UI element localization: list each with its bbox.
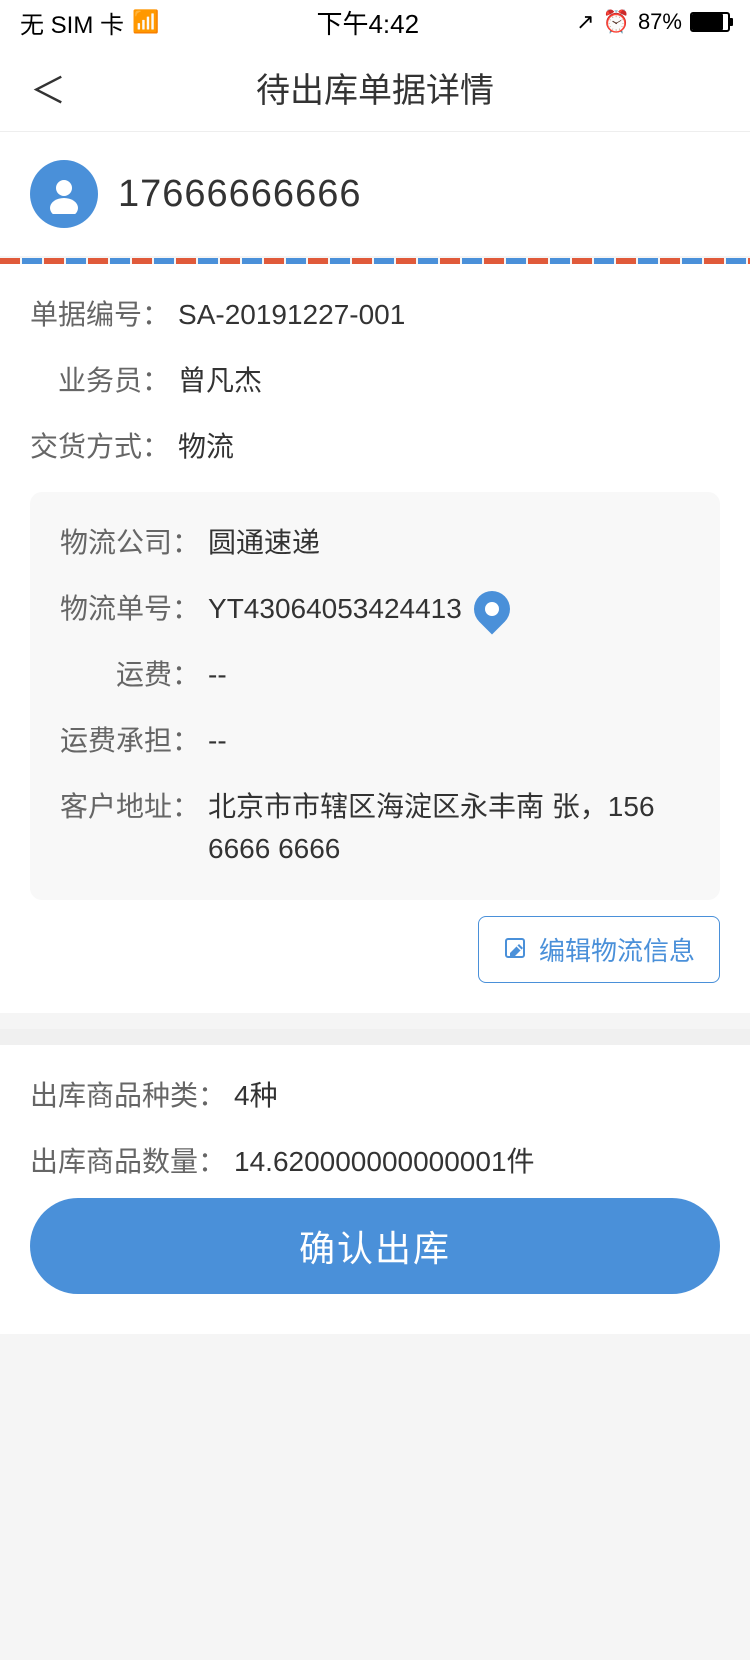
- edit-icon: [503, 936, 531, 964]
- sales-person-value: 曾凡杰: [178, 360, 720, 402]
- logistics-company-value: 圆通速递: [208, 522, 690, 564]
- location-icon: ↗: [576, 9, 594, 35]
- customer-header: 17666666666: [0, 132, 750, 256]
- document-number-label: 单据编号：: [30, 294, 170, 336]
- logistics-tracking-label: 物流单号：: [60, 588, 200, 630]
- logistics-company-label: 物流公司：: [60, 522, 200, 564]
- logistics-tracking-row: 物流单号： YT43064053424413: [60, 588, 690, 630]
- goods-types-row: 出库商品种类： 4种: [30, 1075, 720, 1117]
- back-button[interactable]: ＜: [30, 62, 66, 114]
- goods-quantity-label: 出库商品数量：: [30, 1141, 226, 1183]
- alarm-icon: ⏰: [603, 9, 630, 35]
- delivery-method-label: 交货方式：: [30, 426, 170, 468]
- customer-phone: 17666666666: [118, 173, 361, 216]
- sales-person-row: 业务员： 曾凡杰: [30, 360, 720, 402]
- wifi-icon: 📶: [132, 9, 159, 35]
- edit-btn-row: 编辑物流信息: [30, 916, 720, 983]
- location-pin-icon[interactable]: [466, 584, 517, 635]
- delivery-method-row: 交货方式： 物流: [30, 426, 720, 468]
- document-number-row: 单据编号： SA-20191227-001: [30, 294, 720, 336]
- nav-bar: ＜ 待出库单据详情: [0, 44, 750, 132]
- delivery-method-value: 物流: [178, 426, 720, 468]
- status-time: 下午4:42: [316, 4, 419, 41]
- logistics-card: 物流公司： 圆通速递 物流单号： YT43064053424413 运费： --…: [30, 492, 720, 900]
- goods-quantity-value: 14.620000000000001件: [234, 1141, 720, 1183]
- avatar: [30, 160, 98, 228]
- avatar-icon: [44, 174, 84, 214]
- goods-types-label: 出库商品种类：: [30, 1075, 226, 1117]
- status-left: 无 SIM 卡 📶: [20, 5, 159, 40]
- section-divider: [0, 1029, 750, 1045]
- goods-quantity-row: 出库商品数量： 14.620000000000001件: [30, 1141, 720, 1183]
- carrier-label: 无 SIM 卡: [20, 5, 124, 40]
- page-title: 待出库单据详情: [256, 63, 494, 112]
- sales-person-label: 业务员：: [30, 360, 170, 402]
- freight-bearer-label: 运费承担：: [60, 720, 200, 762]
- confirm-outbound-button[interactable]: 确认出库: [30, 1198, 720, 1294]
- logistics-company-row: 物流公司： 圆通速递: [60, 522, 690, 564]
- freight-row: 运费： --: [60, 654, 690, 696]
- status-bar: 无 SIM 卡 📶 下午4:42 ↗ ⏰ 87%: [0, 0, 750, 44]
- address-row: 客户地址： 北京市市辖区海淀区永丰南 张，156 6666 6666: [60, 786, 690, 870]
- battery-icon: [690, 12, 730, 32]
- address-value: 北京市市辖区海淀区永丰南 张，156 6666 6666: [208, 786, 690, 870]
- confirm-btn-area: 确认出库: [0, 1178, 750, 1334]
- document-number-value: SA-20191227-001: [178, 294, 720, 336]
- freight-label: 运费：: [60, 654, 200, 696]
- address-label: 客户地址：: [60, 786, 200, 828]
- order-info-section: 单据编号： SA-20191227-001 业务员： 曾凡杰 交货方式： 物流 …: [0, 264, 750, 1013]
- freight-bearer-row: 运费承担： --: [60, 720, 690, 762]
- status-right: ↗ ⏰ 87%: [576, 9, 730, 35]
- freight-value: --: [208, 654, 690, 696]
- logistics-tracking-value: YT43064053424413: [208, 588, 690, 630]
- edit-logistics-button[interactable]: 编辑物流信息: [478, 916, 720, 983]
- battery-percent: 87%: [638, 9, 682, 35]
- goods-types-value: 4种: [234, 1075, 720, 1117]
- content-spacer: [0, 1320, 750, 1500]
- freight-bearer-value: --: [208, 720, 690, 762]
